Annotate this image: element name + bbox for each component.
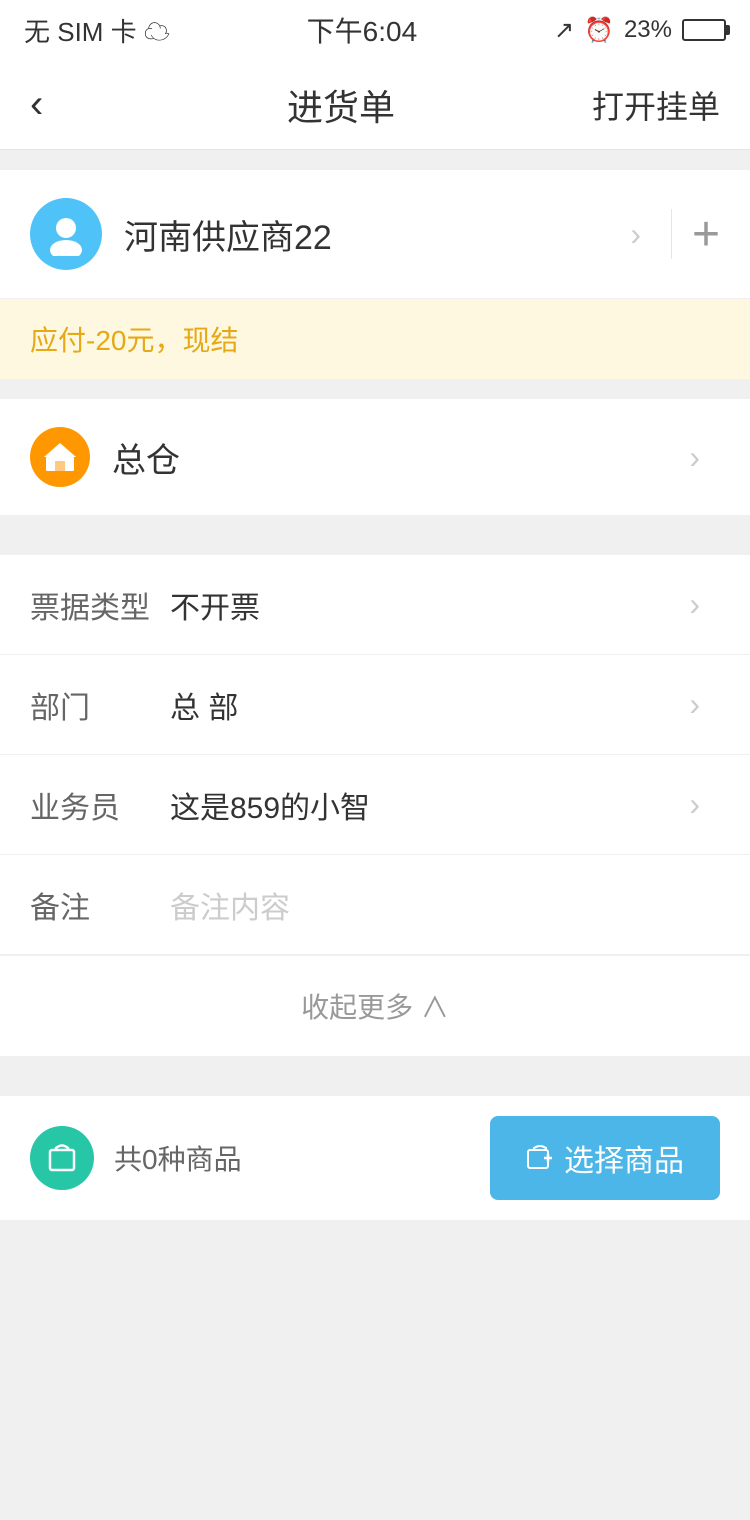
nav-bar: ‹ 进货单 打开挂单 xyxy=(0,60,750,150)
section-divider-2 xyxy=(0,379,750,399)
select-product-button[interactable]: 选择商品 xyxy=(490,1116,720,1200)
status-left: 无 SIM 卡 ☁ xyxy=(24,12,170,49)
page-title: 进货单 xyxy=(287,79,395,131)
chevron-right-icon: › xyxy=(630,216,641,253)
remark-row[interactable]: 备注 备注内容 xyxy=(0,855,750,955)
add-supplier-button[interactable]: + xyxy=(692,207,720,262)
ticket-type-label: 票据类型 xyxy=(30,583,150,627)
product-count: 共0种商品 xyxy=(114,1138,470,1178)
chevron-right-dept-icon: › xyxy=(689,686,700,723)
product-icon-wrap xyxy=(30,1126,94,1190)
ticket-type-value: 不开票 xyxy=(150,583,689,627)
chevron-right-staff-icon: › xyxy=(689,786,700,823)
open-pending-button[interactable]: 打开挂单 xyxy=(592,82,720,128)
warehouse-icon xyxy=(42,439,78,475)
dept-row[interactable]: 部门 总 部 › xyxy=(0,655,750,755)
collapse-label: 收起更多 ∧ xyxy=(301,986,449,1026)
supplier-row[interactable]: 河南供应商22 › + xyxy=(0,170,750,299)
avatar xyxy=(30,198,102,270)
alarm-icon: ⏰ xyxy=(584,16,614,45)
collapse-row[interactable]: 收起更多 ∧ xyxy=(0,955,750,1056)
status-bar: 无 SIM 卡 ☁ 下午6:04 ↗ ⏰ 23% xyxy=(0,0,750,60)
section-divider-3 xyxy=(0,515,750,535)
warehouse-icon-wrap xyxy=(30,427,90,487)
divider xyxy=(671,209,672,259)
remark-input[interactable]: 备注内容 xyxy=(150,883,720,927)
chevron-right-warehouse-icon: › xyxy=(689,439,700,476)
dept-value: 总 部 xyxy=(150,683,689,727)
sim-label: 无 SIM 卡 ☁ xyxy=(24,12,170,49)
rest-area xyxy=(0,1220,750,1520)
location-icon: ↗ xyxy=(554,16,574,45)
remark-label: 备注 xyxy=(30,883,150,927)
staff-row[interactable]: 业务员 这是859的小智 › xyxy=(0,755,750,855)
section-divider-4 xyxy=(0,1056,750,1076)
product-icon xyxy=(44,1140,80,1176)
user-icon xyxy=(44,212,88,256)
staff-value: 这是859的小智 xyxy=(150,783,689,827)
supplier-section: 河南供应商22 › + 应付-20元，现结 xyxy=(0,170,750,379)
select-product-label: 选择商品 xyxy=(564,1136,684,1180)
ticket-type-row[interactable]: 票据类型 不开票 › xyxy=(0,555,750,655)
battery-percent: 23% xyxy=(624,16,672,44)
warehouse-section: 总仓 › xyxy=(0,399,750,515)
chevron-right-ticket-icon: › xyxy=(689,586,700,623)
section-divider-1 xyxy=(0,150,750,170)
warehouse-row[interactable]: 总仓 › xyxy=(0,399,750,515)
bottom-bar: 共0种商品 选择商品 xyxy=(0,1096,750,1220)
battery-icon xyxy=(682,19,726,41)
dept-label: 部门 xyxy=(30,683,150,727)
status-right: ↗ ⏰ 23% xyxy=(554,16,726,45)
status-time: 下午6:04 xyxy=(307,10,418,50)
back-button[interactable]: ‹ xyxy=(30,82,90,127)
form-section: 票据类型 不开票 › 部门 总 部 › 业务员 这是859的小智 › 备注 备注… xyxy=(0,555,750,1056)
warehouse-label: 总仓 xyxy=(112,433,689,482)
notice-banner: 应付-20元，现结 xyxy=(0,299,750,379)
staff-label: 业务员 xyxy=(30,783,150,827)
supplier-name: 河南供应商22 xyxy=(124,210,630,259)
add-product-icon xyxy=(526,1144,554,1172)
